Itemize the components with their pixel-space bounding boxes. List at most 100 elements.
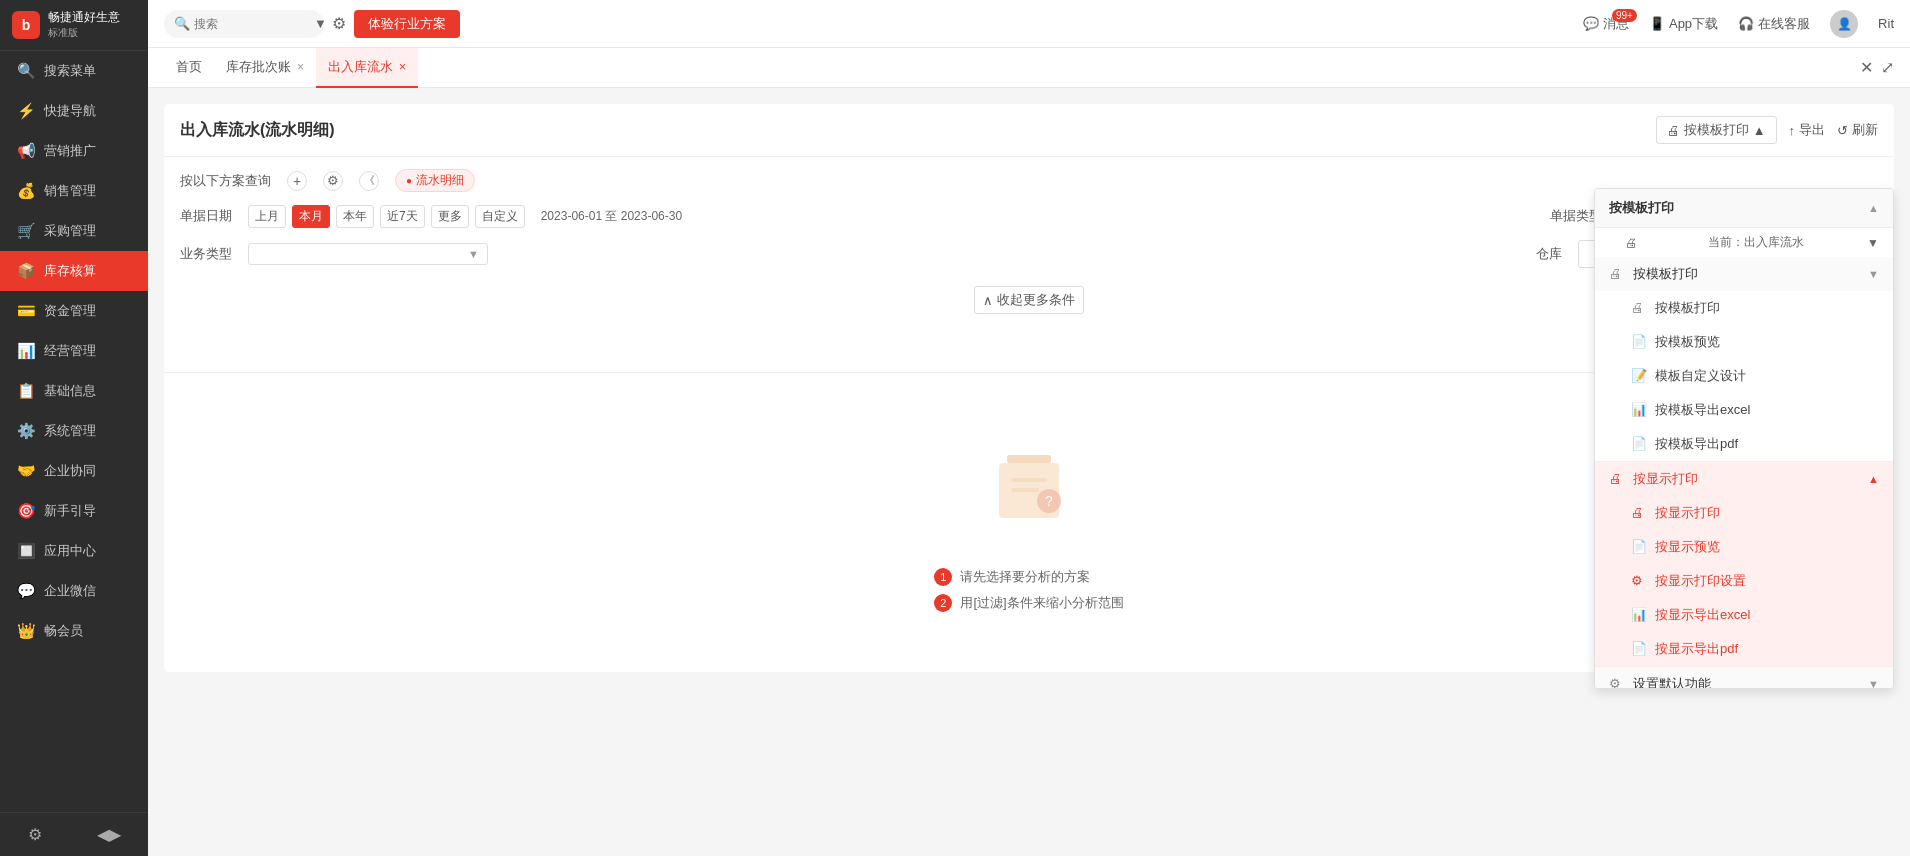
refresh-button[interactable]: ↺ 刷新	[1837, 121, 1878, 139]
template-excel-item[interactable]: 📊 按模板导出excel	[1595, 393, 1893, 427]
sidebar-item-collab[interactable]: 🤝 企业协同	[0, 451, 148, 491]
sidebar-item-purchase[interactable]: 🛒 采购管理	[0, 211, 148, 251]
defaults-section-text: 设置默认功能	[1633, 675, 1711, 688]
sidebar-settings-btn[interactable]: ⚙	[20, 821, 50, 848]
sidebar-item-sales[interactable]: 💰 销售管理	[0, 171, 148, 211]
business-type-arrow: ▼	[468, 248, 479, 260]
header-actions: 🖨 按模板打印 ▲ ↑ 导出 ↺ 刷新	[1656, 116, 1878, 144]
date-custom-btn[interactable]: 自定义	[475, 205, 525, 228]
tab-home[interactable]: 首页	[164, 48, 214, 88]
export-icon: ↑	[1789, 123, 1796, 138]
business-type-select[interactable]: ▼	[248, 243, 488, 265]
sidebar-item-wechat[interactable]: 💬 企业微信	[0, 571, 148, 611]
sidebar: b 畅捷通好生意 标准版 🔍 搜索菜单 ⚡ 快捷导航 📢 营销推广 💰 销售管理…	[0, 0, 148, 856]
filter-tag[interactable]: ● 流水明细	[395, 169, 475, 192]
tab-batch[interactable]: 库存批次账 ×	[214, 48, 316, 88]
sidebar-item-marketing[interactable]: 📢 营销推广	[0, 131, 148, 171]
hint-num-1: 1	[934, 568, 952, 586]
tab-expand-icon[interactable]: ⤢	[1881, 58, 1894, 77]
sidebar-item-inventory[interactable]: 📦 库存核算	[0, 251, 148, 291]
display-preview-item[interactable]: 📄 按显示预览	[1595, 530, 1893, 564]
sidebar-item-basics[interactable]: 📋 基础信息	[0, 371, 148, 411]
template-section-arrow: ▼	[1868, 268, 1879, 280]
sidebar-item-finance[interactable]: 💳 资金管理	[0, 291, 148, 331]
display-settings-item[interactable]: ⚙ 按显示打印设置	[1595, 564, 1893, 598]
template-custom-item[interactable]: 📝 模板自定义设计	[1595, 359, 1893, 393]
notice-button[interactable]: 💬 消息 99+	[1583, 15, 1629, 33]
template-pdf-item[interactable]: 📄 按模板导出pdf	[1595, 427, 1893, 461]
sidebar-item-operations[interactable]: 📊 经营管理	[0, 331, 148, 371]
template-print-item[interactable]: 🖨 按模板打印	[1595, 291, 1893, 325]
display-print-item[interactable]: 🖨 按显示打印	[1595, 496, 1893, 530]
sidebar-item-member[interactable]: 👑 畅会员	[0, 611, 148, 651]
sidebar-item-system[interactable]: ⚙️ 系统管理	[0, 411, 148, 451]
sidebar-item-search[interactable]: 🔍 搜索菜单	[0, 51, 148, 91]
sidebar-icon-finance: 💳	[16, 301, 36, 321]
template-preview-item[interactable]: 📄 按模板预览	[1595, 325, 1893, 359]
empty-hints: 1 请先选择要分析的方案 2 用[过滤]条件来缩小分析范围	[934, 568, 1123, 612]
dropdown-section-defaults: ⚙ 设置默认功能 ▼	[1595, 667, 1893, 688]
sidebar-icon-basics: 📋	[16, 381, 36, 401]
search-dropdown-icon[interactable]: ▼	[314, 16, 327, 31]
display-pdf-item[interactable]: 📄 按显示导出pdf	[1595, 632, 1893, 666]
date-week7-btn[interactable]: 近7天	[380, 205, 425, 228]
tab-flow-close[interactable]: ×	[399, 60, 406, 74]
avatar[interactable]: 👤	[1830, 10, 1858, 38]
industry-solution-button[interactable]: 体验行业方案	[354, 10, 460, 38]
collapse-more-button[interactable]: ∧ 收起更多条件	[974, 286, 1084, 314]
filter-settings-button[interactable]: ⚙	[323, 171, 343, 191]
refresh-icon: ↺	[1837, 123, 1848, 138]
topbar-right: 💬 消息 99+ 📱 App下载 🎧 在线客服 👤 Rit	[1583, 10, 1894, 38]
display-section-header[interactable]: 🖨 按显示打印 ▲	[1595, 462, 1893, 496]
topbar-search-box[interactable]: 🔍 ▼	[164, 10, 324, 38]
date-year-btn[interactable]: 本年	[336, 205, 374, 228]
tab-close-all-icon[interactable]: ✕	[1860, 58, 1873, 77]
dropdown-title: 按模板打印	[1609, 199, 1674, 217]
app-download-button[interactable]: 📱 App下载	[1649, 15, 1718, 33]
date-filter-controls: 上月 本月 本年 近7天 更多 自定义	[248, 205, 525, 228]
template-custom-label: 模板自定义设计	[1655, 367, 1746, 385]
print-template-label: 按模板打印	[1684, 121, 1749, 139]
dropdown-header-arrow[interactable]: ▲	[1868, 202, 1879, 214]
app-title: 畅捷通好生意	[48, 10, 120, 26]
tab-batch-close[interactable]: ×	[297, 60, 304, 74]
sidebar-label-quicknav: 快捷导航	[44, 102, 96, 120]
headset-icon: 🎧	[1738, 16, 1754, 31]
empty-hint-1: 1 请先选择要分析的方案	[934, 568, 1123, 586]
sidebar-label-operations: 经营管理	[44, 342, 96, 360]
sidebar-item-quicknav[interactable]: ⚡ 快捷导航	[0, 91, 148, 131]
online-service-button[interactable]: 🎧 在线客服	[1738, 15, 1810, 33]
date-curr-month-btn[interactable]: 本月	[292, 205, 330, 228]
export-button[interactable]: ↑ 导出	[1789, 121, 1826, 139]
sidebar-label-system: 系统管理	[44, 422, 96, 440]
sidebar-collapse-btn[interactable]: ◀▶	[89, 821, 129, 848]
template-section-header[interactable]: 🖨 按模板打印 ▼	[1595, 257, 1893, 291]
date-prev-month-btn[interactable]: 上月	[248, 205, 286, 228]
sidebar-label-search: 搜索菜单	[44, 62, 96, 80]
filter-tag-dot: ●	[406, 175, 412, 186]
defaults-section-arrow: ▼	[1868, 678, 1879, 688]
sidebar-label-sales: 销售管理	[44, 182, 96, 200]
search-input[interactable]	[194, 17, 314, 31]
hint-text-1: 请先选择要分析的方案	[960, 568, 1090, 586]
sidebar-item-guide[interactable]: 🎯 新手引导	[0, 491, 148, 531]
date-more-btn[interactable]: 更多	[431, 205, 469, 228]
app-download-icon: 📱	[1649, 16, 1665, 31]
filter-collapse-button[interactable]: 《	[359, 171, 379, 191]
sidebar-icon-apps: 🔲	[16, 541, 36, 561]
topbar-settings-icon[interactable]: ⚙	[332, 14, 346, 33]
display-excel-item[interactable]: 📊 按显示导出excel	[1595, 598, 1893, 632]
sidebar-item-apps[interactable]: 🔲 应用中心	[0, 531, 148, 571]
defaults-section-icon: ⚙	[1609, 676, 1625, 688]
defaults-section-header[interactable]: ⚙ 设置默认功能 ▼	[1595, 667, 1893, 688]
add-filter-button[interactable]: +	[287, 171, 307, 191]
sidebar-icon-guide: 🎯	[16, 501, 36, 521]
user-name[interactable]: Rit	[1878, 16, 1894, 31]
dropdown-current[interactable]: 🖨 当前：出入库流水 ▼	[1595, 228, 1893, 257]
svg-rect-3	[1011, 488, 1039, 492]
tab-flow[interactable]: 出入库流水 ×	[316, 48, 418, 88]
template-pdf-label: 按模板导出pdf	[1655, 435, 1738, 453]
tab-flow-label: 出入库流水	[328, 58, 393, 76]
print-template-button[interactable]: 🖨 按模板打印 ▲	[1656, 116, 1777, 144]
sidebar-label-guide: 新手引导	[44, 502, 96, 520]
